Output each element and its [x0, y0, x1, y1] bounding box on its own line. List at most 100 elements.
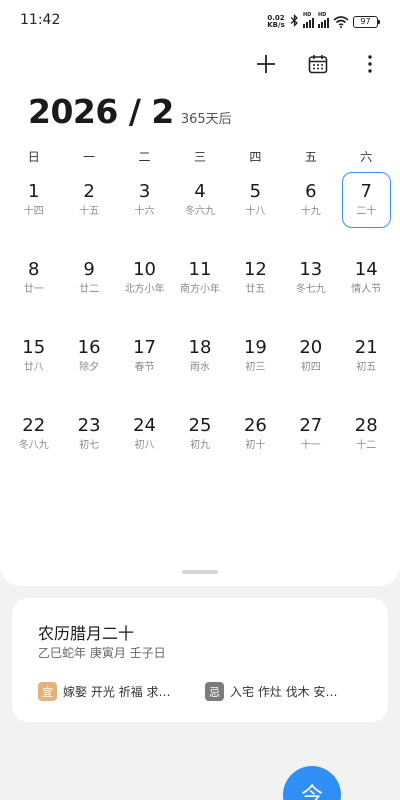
plus-icon[interactable]: [254, 50, 278, 78]
lunar-label: 十一: [300, 440, 321, 451]
lunar-label: 冬七九: [295, 284, 326, 295]
day-number: 1: [27, 181, 40, 202]
signal-hd-label: HD: [303, 12, 312, 18]
day-cell[interactable]: 15 廿八: [6, 328, 61, 384]
lunar-label: 春节: [134, 362, 155, 373]
day-number: 26: [243, 415, 267, 436]
day-cell[interactable]: 26 初十: [228, 406, 283, 462]
weekday-label: 六: [360, 150, 373, 164]
lunar-date: 农历腊月二十: [38, 624, 135, 643]
almanac-card[interactable]: 农历腊月二十 乙巳蛇年 庚寅月 壬子日 宜 嫁娶 开光 祈福 求… 忌 入宅 作…: [12, 598, 388, 722]
day-cell[interactable]: 4 冬六九: [172, 172, 227, 228]
lunar-label: 十五: [79, 206, 100, 217]
day-number: 6: [305, 181, 317, 202]
status-bar: 11:42 0.02 KB/s HD HD 97: [0, 0, 400, 44]
day-cell[interactable]: 3 十六: [117, 172, 172, 228]
auspicious-text: 嫁娶 开光 祈福 求…: [63, 685, 171, 699]
day-cell[interactable]: 5 十八: [228, 172, 283, 228]
toolbar: [254, 50, 382, 78]
day-cell[interactable]: 20 初四: [283, 328, 338, 384]
lunar-label: 廿一: [23, 284, 44, 295]
lunar-label: 初十: [245, 440, 266, 451]
day-number: 9: [83, 259, 95, 280]
day-cell[interactable]: 17 春节: [117, 328, 172, 384]
lunar-label: 初五: [356, 362, 377, 373]
day-number: 2: [83, 181, 95, 202]
lunar-label: 冬八九: [18, 440, 49, 451]
month-grid: 1 十四 2 十五 3 十六 4 冬六九 5 十八 6 十九 7 二十 8 廿一 9 廿二 10 北…: [6, 172, 394, 484]
lunar-label: 初八: [134, 440, 155, 451]
day-cell[interactable]: 16 除夕: [61, 328, 116, 384]
day-number: 18: [188, 337, 212, 358]
lunar-label: 冬六九: [184, 206, 215, 217]
day-number: 13: [299, 259, 323, 280]
day-cell[interactable]: 28 十二: [339, 406, 394, 462]
lunar-label: 二十: [356, 206, 377, 217]
day-number: 24: [133, 415, 156, 436]
lunar-label: 十六: [134, 206, 155, 217]
day-cell[interactable]: 21 初五: [339, 328, 394, 384]
battery-level: 97: [360, 17, 371, 26]
day-cell[interactable]: 25 初九: [172, 406, 227, 462]
week-row: 22 冬八九 23 初七 24 初八 25 初九 26 初十 27 十一 28 十二: [6, 406, 394, 484]
lunar-label: 十四: [23, 206, 44, 217]
lunar-label: 廿二: [79, 284, 100, 295]
lunar-label: 北方小年: [124, 284, 165, 295]
day-number: 15: [22, 337, 46, 358]
day-number: 12: [243, 259, 267, 280]
lunar-label: 廿八: [23, 362, 44, 373]
auspicious-row: 宜 嫁娶 开光 祈福 求…: [38, 682, 170, 701]
calendar-icon[interactable]: [306, 50, 330, 78]
day-cell[interactable]: 14 情人节: [339, 250, 394, 306]
auspicious-tag: 宜: [38, 682, 57, 701]
status-icons: 0.02 KB/s HD HD 97: [266, 12, 380, 32]
day-cell[interactable]: 23 初七: [61, 406, 116, 462]
month-title[interactable]: 2026 / 2 365天后: [28, 92, 232, 131]
drag-handle[interactable]: [182, 570, 218, 574]
day-number: 16: [77, 337, 101, 358]
ganzhi-date: 乙巳蛇年 庚寅月 壬子日: [38, 646, 166, 660]
day-number: 10: [133, 259, 156, 280]
signal-icon-2: HD: [318, 12, 329, 28]
weekday-label: 四: [249, 150, 262, 164]
day-cell[interactable]: 10 北方小年: [117, 250, 172, 306]
day-number: 8: [27, 259, 40, 280]
day-cell[interactable]: 24 初八: [117, 406, 172, 462]
weekday-label: 三: [193, 150, 206, 164]
week-row: 8 廿一 9 廿二 10 北方小年 11 南方小年 12 廿五 13 冬七九 14 情人节: [6, 250, 394, 328]
weekday-label: 五: [304, 150, 317, 164]
day-cell[interactable]: 18 雨水: [172, 328, 227, 384]
lunar-label: 十八: [245, 206, 266, 217]
day-cell[interactable]: 1 十四: [6, 172, 61, 228]
day-cell[interactable]: 8 廿一: [6, 250, 61, 306]
day-cell[interactable]: 19 初三: [228, 328, 283, 384]
day-cell-selected[interactable]: 7 二十: [341, 172, 391, 228]
today-button[interactable]: 今: [283, 766, 341, 800]
lunar-label: 初七: [79, 440, 100, 451]
inauspicious-tag: 忌: [205, 682, 224, 701]
day-number: 21: [354, 337, 378, 358]
lunar-label: 初四: [300, 362, 321, 373]
day-cell[interactable]: 11 南方小年: [172, 250, 227, 306]
day-cell[interactable]: 12 廿五: [228, 250, 283, 306]
network-speed: 0.02 KB/s: [266, 15, 286, 29]
day-cell[interactable]: 9 廿二: [61, 250, 116, 306]
day-cell[interactable]: 13 冬七九: [283, 250, 338, 306]
day-number: 23: [77, 415, 101, 436]
day-number: 27: [299, 415, 323, 436]
inauspicious-row: 忌 入宅 作灶 伐木 安…: [205, 682, 337, 701]
more-vertical-icon[interactable]: [358, 50, 382, 78]
signal-icon: HD: [303, 12, 314, 28]
day-cell[interactable]: 2 十五: [61, 172, 116, 228]
weekday-label: 日: [27, 150, 40, 164]
day-number: 17: [133, 337, 156, 358]
day-cell[interactable]: 22 冬八九: [6, 406, 61, 462]
day-cell[interactable]: 27 十一: [283, 406, 338, 462]
calendar-panel: 11:42 0.02 KB/s HD HD 97 2026 / 2 365天后 …: [0, 0, 400, 586]
day-cell[interactable]: 6 十九: [283, 172, 338, 228]
battery-icon: 97: [353, 16, 380, 28]
day-number: 5: [249, 181, 262, 202]
weekday-header: 日 一 二 三 四 五 六: [6, 148, 394, 165]
lunar-label: 十九: [300, 206, 321, 217]
signal-hd-label-2: HD: [318, 12, 327, 18]
